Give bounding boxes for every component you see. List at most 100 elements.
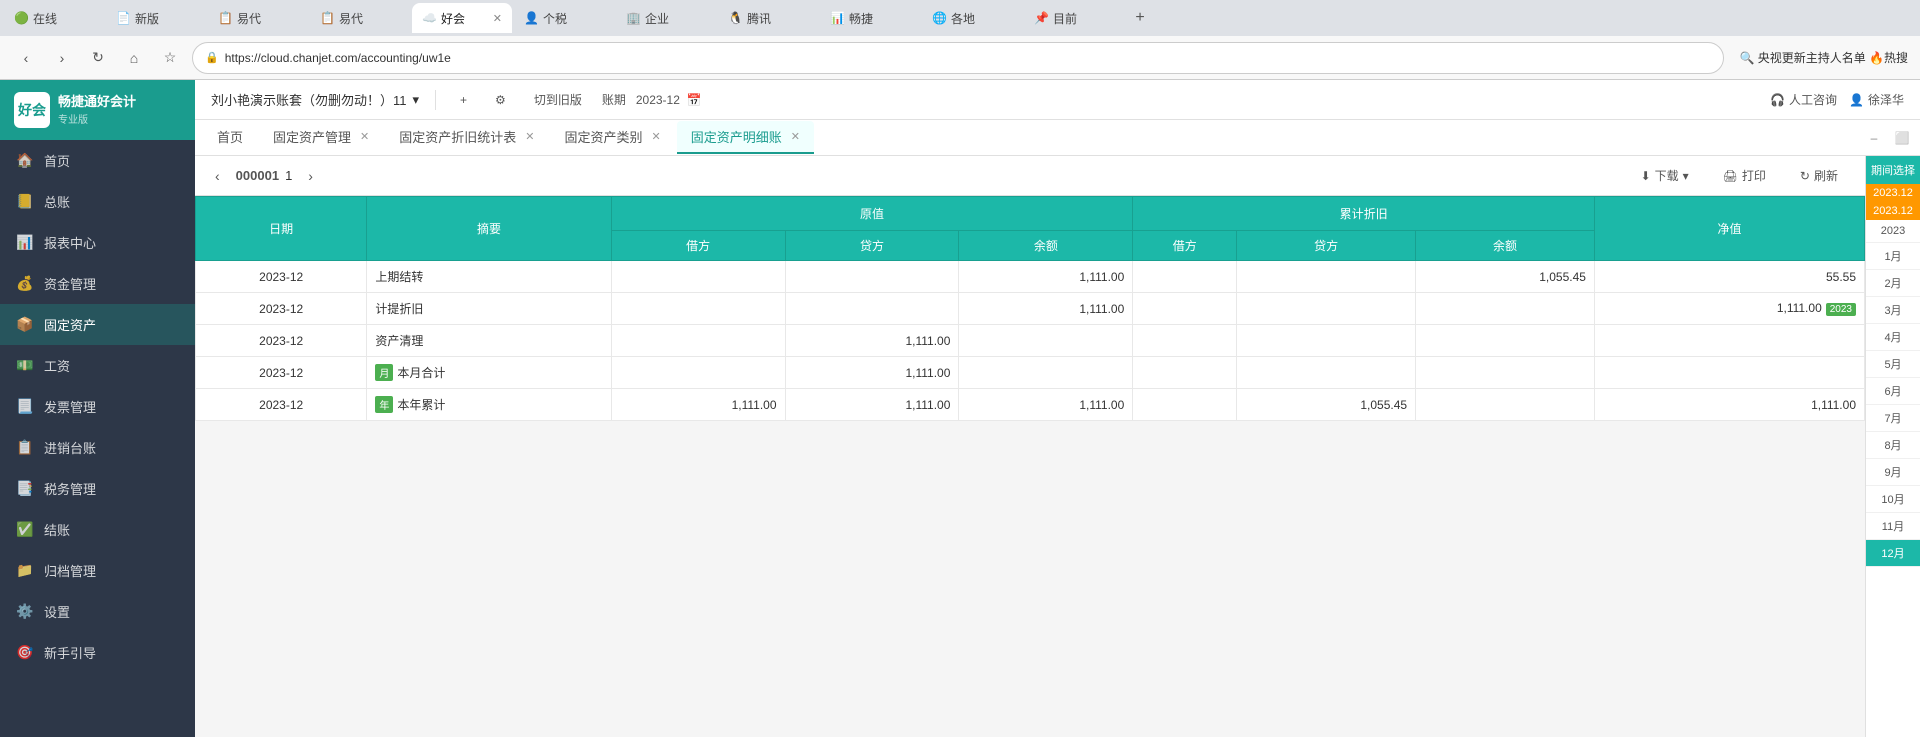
- col-accum-balance: 余额: [1416, 231, 1595, 261]
- cell-net-value: 55.55: [1594, 261, 1864, 293]
- col-original-value: 原值: [611, 197, 1133, 231]
- sidebar-item-fixed-assets[interactable]: 📦 固定资产: [0, 304, 195, 345]
- cell-summary: 计提折旧: [367, 293, 611, 325]
- period-month-item[interactable]: 12月: [1866, 540, 1920, 567]
- col-orig-credit: 贷方: [785, 231, 959, 261]
- period-month-item[interactable]: 2月: [1866, 270, 1920, 297]
- table-row: 2023-12 月本月合计 1,111.00: [196, 357, 1865, 389]
- browser-tab-online[interactable]: 🟢 在线: [4, 3, 104, 33]
- tab-favicon: 📋: [320, 11, 335, 25]
- browser-tab-yidai2[interactable]: 📋 易代: [310, 3, 410, 33]
- tab-favicon: 🏢: [626, 11, 641, 25]
- period-month-item[interactable]: 7月: [1866, 405, 1920, 432]
- sidebar-item-tax[interactable]: 📑 税务管理: [0, 468, 195, 509]
- tab-home[interactable]: 首页: [203, 121, 257, 154]
- period-month-item[interactable]: 1月: [1866, 243, 1920, 270]
- content-area: ‹ 000001 1 › ⬇ 下载 ▾ 🖨 打: [195, 156, 1920, 737]
- sidebar-item-closing[interactable]: ✅ 结账: [0, 509, 195, 550]
- close-icon[interactable]: ✕: [525, 130, 534, 143]
- period-month-item[interactable]: 4月: [1866, 324, 1920, 351]
- archive-icon: 📁: [16, 562, 34, 580]
- cell-accum-debit: [1133, 325, 1237, 357]
- period-month-item[interactable]: 2023: [1866, 220, 1920, 243]
- refresh-button[interactable]: ↻ 刷新: [1789, 162, 1849, 189]
- period-month-item[interactable]: 3月: [1866, 297, 1920, 324]
- period-selected-top[interactable]: 2023.12: [1866, 184, 1920, 202]
- period-month-item[interactable]: 9月: [1866, 459, 1920, 486]
- browser-actions: 🔍 央视更新主持人名单 🔥热搜: [1740, 49, 1908, 66]
- sidebar-item-ledger[interactable]: 📒 总账: [0, 181, 195, 222]
- cell-date: 2023-12: [196, 261, 367, 293]
- sidebar: 好会 畅捷通好会计 专业版 🏠 首页 📒 总账 📊 报表中心 💰 资金管理: [0, 80, 195, 737]
- sidebar-nav: 🏠 首页 📒 总账 📊 报表中心 💰 资金管理 📦 固定资产 💵 工资: [0, 140, 195, 737]
- sidebar-item-guide[interactable]: 🎯 新手引导: [0, 632, 195, 673]
- tab-asset-category[interactable]: 固定资产类别 ✕: [550, 121, 674, 154]
- period-month-item[interactable]: 11月: [1866, 513, 1920, 540]
- settings-btn[interactable]: ⚙: [487, 89, 514, 111]
- cell-accum-credit: [1237, 357, 1416, 389]
- period-month-item[interactable]: 8月: [1866, 432, 1920, 459]
- next-page-button[interactable]: ›: [304, 164, 317, 188]
- maximize-button[interactable]: ⬜: [1892, 128, 1912, 148]
- close-icon[interactable]: ✕: [652, 130, 661, 143]
- period-month-item[interactable]: 5月: [1866, 351, 1920, 378]
- tab-asset-detail-ledger[interactable]: 固定资产明细账 ✕: [677, 121, 814, 154]
- close-icon[interactable]: ✕: [791, 130, 800, 143]
- print-button[interactable]: 🖨 打印: [1712, 162, 1777, 189]
- period-selected-bottom[interactable]: 2023.12: [1866, 202, 1920, 220]
- add-company-button[interactable]: +: [452, 89, 475, 111]
- company-selector[interactable]: 刘小艳演示账套（勿删勿动！）11 ▾: [211, 90, 419, 109]
- sidebar-item-purchase-sale[interactable]: 📋 进销台账: [0, 427, 195, 468]
- browser-tab-geshui[interactable]: 👤 个税: [514, 3, 614, 33]
- tab-fixed-assets-mgmt[interactable]: 固定资产管理 ✕: [259, 121, 383, 154]
- browser-tab-new[interactable]: 📄 新版: [106, 3, 206, 33]
- fund-icon: 💰: [16, 275, 34, 293]
- browser-tab-tencent[interactable]: 🐧 腾讯: [718, 3, 818, 33]
- back-button[interactable]: ‹: [12, 44, 40, 72]
- url-input[interactable]: 🔒 https://cloud.chanjet.com/accounting/u…: [192, 42, 1724, 74]
- table-row: 2023-12 资产清理 1,111.00: [196, 325, 1865, 357]
- sidebar-item-settings[interactable]: ⚙️ 设置: [0, 591, 195, 632]
- user-button[interactable]: 👤 徐泽华: [1849, 91, 1904, 108]
- switch-version-button[interactable]: 切到旧版: [526, 87, 590, 112]
- sidebar-item-reports[interactable]: 📊 报表中心: [0, 222, 195, 263]
- ledger-main: ‹ 000001 1 › ⬇ 下载 ▾ 🖨 打: [195, 156, 1865, 737]
- app-header: 刘小艳演示账套（勿删勿动！）11 ▾ + ⚙ 切到旧版 账期 2023-12 📅…: [195, 80, 1920, 120]
- cell-date: 2023-12: [196, 389, 367, 421]
- close-icon[interactable]: ✕: [360, 130, 369, 143]
- browser-tab-haokuai[interactable]: ☁️ 好会 ✕: [412, 3, 512, 33]
- close-icon[interactable]: ✕: [493, 12, 502, 25]
- browser-tab-muqian[interactable]: 📌 目前: [1024, 3, 1124, 33]
- prev-page-button[interactable]: ‹: [211, 164, 224, 188]
- cell-orig-credit: 1,111.00: [785, 389, 959, 421]
- sidebar-item-fund[interactable]: 💰 资金管理: [0, 263, 195, 304]
- main-content: 刘小艳演示账套（勿删勿动！）11 ▾ + ⚙ 切到旧版 账期 2023-12 📅…: [195, 80, 1920, 737]
- table-row: 2023-12 计提折旧 1,111.00 1,111.002023: [196, 293, 1865, 325]
- browser-tab-changjie[interactable]: 📊 畅捷: [820, 3, 920, 33]
- col-accumulated-dep: 累计折旧: [1133, 197, 1595, 231]
- home-button[interactable]: ⌂: [120, 44, 148, 72]
- sidebar-item-invoice[interactable]: 📃 发票管理: [0, 386, 195, 427]
- browser-tab-yidai1[interactable]: 📋 易代: [208, 3, 308, 33]
- table-row: 2023-12 年本年累计 1,111.00 1,111.00 1,111.00…: [196, 389, 1865, 421]
- search-action[interactable]: 🔍 央视更新主持人名单 🔥热搜: [1740, 49, 1908, 66]
- bookmark-button[interactable]: ☆: [156, 44, 184, 72]
- cell-summary: 年本年累计: [367, 389, 611, 421]
- browser-tab-qiye[interactable]: 🏢 企业: [616, 3, 716, 33]
- closing-icon: ✅: [16, 521, 34, 539]
- purchase-sale-icon: 📋: [16, 439, 34, 457]
- sidebar-item-archive[interactable]: 📁 归档管理: [0, 550, 195, 591]
- period-month-item[interactable]: 6月: [1866, 378, 1920, 405]
- tab-depreciation-stat[interactable]: 固定资产折旧统计表 ✕: [385, 121, 548, 154]
- browser-tab-gedi[interactable]: 🌐 各地: [922, 3, 1022, 33]
- download-button[interactable]: ⬇ 下载 ▾: [1630, 162, 1700, 189]
- cell-orig-balance: 1,111.00: [959, 389, 1133, 421]
- help-button[interactable]: 🎧 人工咨询: [1770, 91, 1837, 108]
- period-month-item[interactable]: 10月: [1866, 486, 1920, 513]
- sidebar-item-home[interactable]: 🏠 首页: [0, 140, 195, 181]
- forward-button[interactable]: ›: [48, 44, 76, 72]
- new-tab-button[interactable]: +: [1126, 4, 1154, 32]
- refresh-button[interactable]: ↻: [84, 44, 112, 72]
- sidebar-item-payroll[interactable]: 💵 工资: [0, 345, 195, 386]
- minimize-button[interactable]: –: [1864, 128, 1884, 148]
